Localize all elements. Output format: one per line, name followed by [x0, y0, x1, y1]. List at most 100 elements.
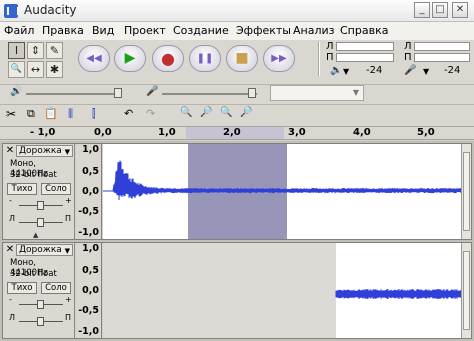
- input-meter-right[interactable]: [414, 53, 470, 62]
- skip-start-icon: ◀◀: [86, 53, 102, 64]
- input-volume-track: [162, 93, 257, 95]
- input-meter-left[interactable]: [414, 42, 470, 51]
- menu-file[interactable]: Файл: [4, 24, 34, 37]
- input-source-select[interactable]: ▼: [270, 85, 364, 101]
- minimize-button[interactable]: _: [414, 2, 430, 18]
- output-meter-left-label: Л: [326, 41, 334, 52]
- ruler-label: 0,0: [94, 127, 112, 138]
- scale-label: -1,0: [78, 326, 99, 337]
- ruler-label: 3,0: [288, 127, 306, 138]
- gain-minus-label: -: [9, 196, 12, 205]
- gain-slider[interactable]: [37, 201, 44, 210]
- output-meter-dropdown-icon[interactable]: ▼: [343, 67, 349, 76]
- envelope-tool[interactable]: ⇕: [27, 42, 44, 59]
- pan-slider[interactable]: [37, 317, 44, 326]
- collapse-track-icon[interactable]: ▲: [33, 231, 38, 239]
- gain-slider[interactable]: [37, 300, 44, 309]
- pan-right-label: П: [65, 214, 72, 223]
- fit-selection-icon[interactable]: 🔍: [220, 107, 232, 118]
- track-control-panel: ✕ Дорожка ▼ Моно, 44100Hz 32-bit float Т…: [3, 243, 75, 338]
- menu-analyze[interactable]: Анализ: [293, 24, 335, 37]
- track-name: Дорожка: [19, 245, 62, 255]
- stop-button[interactable]: ■: [226, 45, 258, 72]
- vertical-scrollbar[interactable]: [461, 243, 471, 338]
- audio-track-1: ✕ Дорожка ▼ Моно, 44100Hz 32-bit float Т…: [2, 143, 472, 240]
- record-button[interactable]: ●: [152, 45, 184, 72]
- vertical-ruler: 1,0 0,5 0,0 -0,5 -1,0: [76, 144, 102, 239]
- input-meter-right-label: П: [404, 52, 412, 63]
- ruler-label: 2,0: [223, 127, 241, 138]
- track-name-menu[interactable]: Дорожка ▼: [16, 145, 73, 157]
- pan-slider[interactable]: [37, 218, 44, 227]
- copy-icon[interactable]: ⧉: [27, 107, 35, 121]
- cut-icon[interactable]: ✂: [6, 107, 16, 121]
- track-name-menu[interactable]: Дорожка ▼: [16, 244, 73, 256]
- fit-project-icon[interactable]: 🔎: [240, 107, 252, 118]
- track-bitdepth: 32-bit float: [10, 269, 57, 279]
- skip-end-button[interactable]: ▶▶: [263, 45, 295, 72]
- zoom-out-icon[interactable]: 🔎: [200, 107, 212, 118]
- menu-project[interactable]: Проект: [124, 24, 166, 37]
- output-meter-left[interactable]: [336, 42, 394, 51]
- menu-view[interactable]: Вид: [92, 24, 114, 37]
- chevron-down-icon: ▼: [352, 88, 360, 97]
- scrollbar-thumb[interactable]: [463, 251, 470, 330]
- vertical-scrollbar[interactable]: [461, 144, 471, 239]
- draw-tool[interactable]: ✎: [46, 42, 63, 59]
- chevron-down-icon: ▼: [64, 247, 70, 255]
- gain-plus-label: +: [65, 196, 72, 205]
- solo-button[interactable]: Соло: [41, 282, 71, 294]
- ruler-label: 1,0: [158, 127, 176, 138]
- timeline-ruler[interactable]: - 1,0 0,0 1,0 2,0 3,0 4,0 5,0: [0, 126, 474, 140]
- input-db-label: -24: [444, 65, 461, 76]
- output-meter-right[interactable]: [336, 53, 394, 62]
- menu-help[interactable]: Справка: [340, 24, 388, 37]
- mute-button[interactable]: Тихо: [7, 183, 37, 195]
- skip-end-icon: ▶▶: [271, 53, 287, 64]
- output-volume-slider[interactable]: [114, 88, 122, 98]
- menu-generate[interactable]: Создание: [173, 24, 229, 37]
- mute-button[interactable]: Тихо: [7, 282, 37, 294]
- trim-icon[interactable]: ⫼: [68, 107, 73, 121]
- solo-button[interactable]: Соло: [41, 183, 71, 195]
- menu-effects[interactable]: Эффекты: [236, 24, 291, 37]
- ruler-label: 4,0: [353, 127, 371, 138]
- waveform-display[interactable]: [103, 243, 462, 338]
- title-bar: Audacity _ □ ✕: [0, 0, 474, 22]
- input-meter-dropdown-icon[interactable]: ▼: [423, 67, 429, 76]
- paste-icon[interactable]: 📋: [44, 107, 58, 120]
- zoom-in-icon[interactable]: 🔍: [180, 107, 192, 118]
- output-db-label: -24: [366, 65, 383, 76]
- silence-icon[interactable]: ⫿: [92, 107, 96, 121]
- scale-label: 0,5: [82, 265, 99, 276]
- pan-right-label: П: [65, 313, 72, 322]
- selection-tool[interactable]: I: [8, 42, 25, 59]
- close-track-icon[interactable]: ✕: [5, 245, 15, 256]
- maximize-button[interactable]: □: [432, 2, 448, 18]
- input-volume-slider[interactable]: [248, 88, 256, 98]
- skip-start-button[interactable]: ◀◀: [78, 45, 110, 72]
- vertical-ruler: 1,0 0,5 0,0 -0,5 -1,0: [76, 243, 102, 338]
- gain-plus-label: +: [65, 295, 72, 304]
- toolbar-area: I ⇕ ✎ 🔍 ↔ ✱ ◀◀ ▶ ● ❚❚ ■ ▶▶ Л П Л П 🔈 ▼ -…: [0, 40, 474, 126]
- play-button[interactable]: ▶: [114, 45, 146, 72]
- pan-left-label: Л: [9, 313, 16, 322]
- undo-icon[interactable]: ↶: [124, 107, 133, 120]
- pause-button[interactable]: ❚❚: [189, 45, 221, 72]
- redo-icon[interactable]: ↷: [146, 107, 155, 120]
- output-volume-track: [26, 93, 121, 95]
- zoom-tool[interactable]: 🔍: [8, 61, 25, 78]
- window-title: Audacity: [24, 3, 77, 17]
- scrollbar-thumb[interactable]: [463, 152, 470, 231]
- waveform-svg: [103, 144, 462, 239]
- gain-minus-label: -: [9, 295, 12, 304]
- timeshift-tool[interactable]: ↔: [27, 61, 44, 78]
- close-button[interactable]: ✕: [452, 2, 468, 18]
- scale-label: -0,5: [78, 206, 99, 217]
- menu-edit[interactable]: Правка: [42, 24, 84, 37]
- waveform-display[interactable]: [103, 144, 462, 239]
- microphone-icon: 🎤: [404, 65, 417, 76]
- close-track-icon[interactable]: ✕: [5, 146, 15, 157]
- edit-toolbar: ✂ ⧉ 📋 ⫼ ⫿ ↶ ↷ 🔍 🔎 🔍 🔎: [0, 104, 474, 124]
- multi-tool[interactable]: ✱: [46, 61, 63, 78]
